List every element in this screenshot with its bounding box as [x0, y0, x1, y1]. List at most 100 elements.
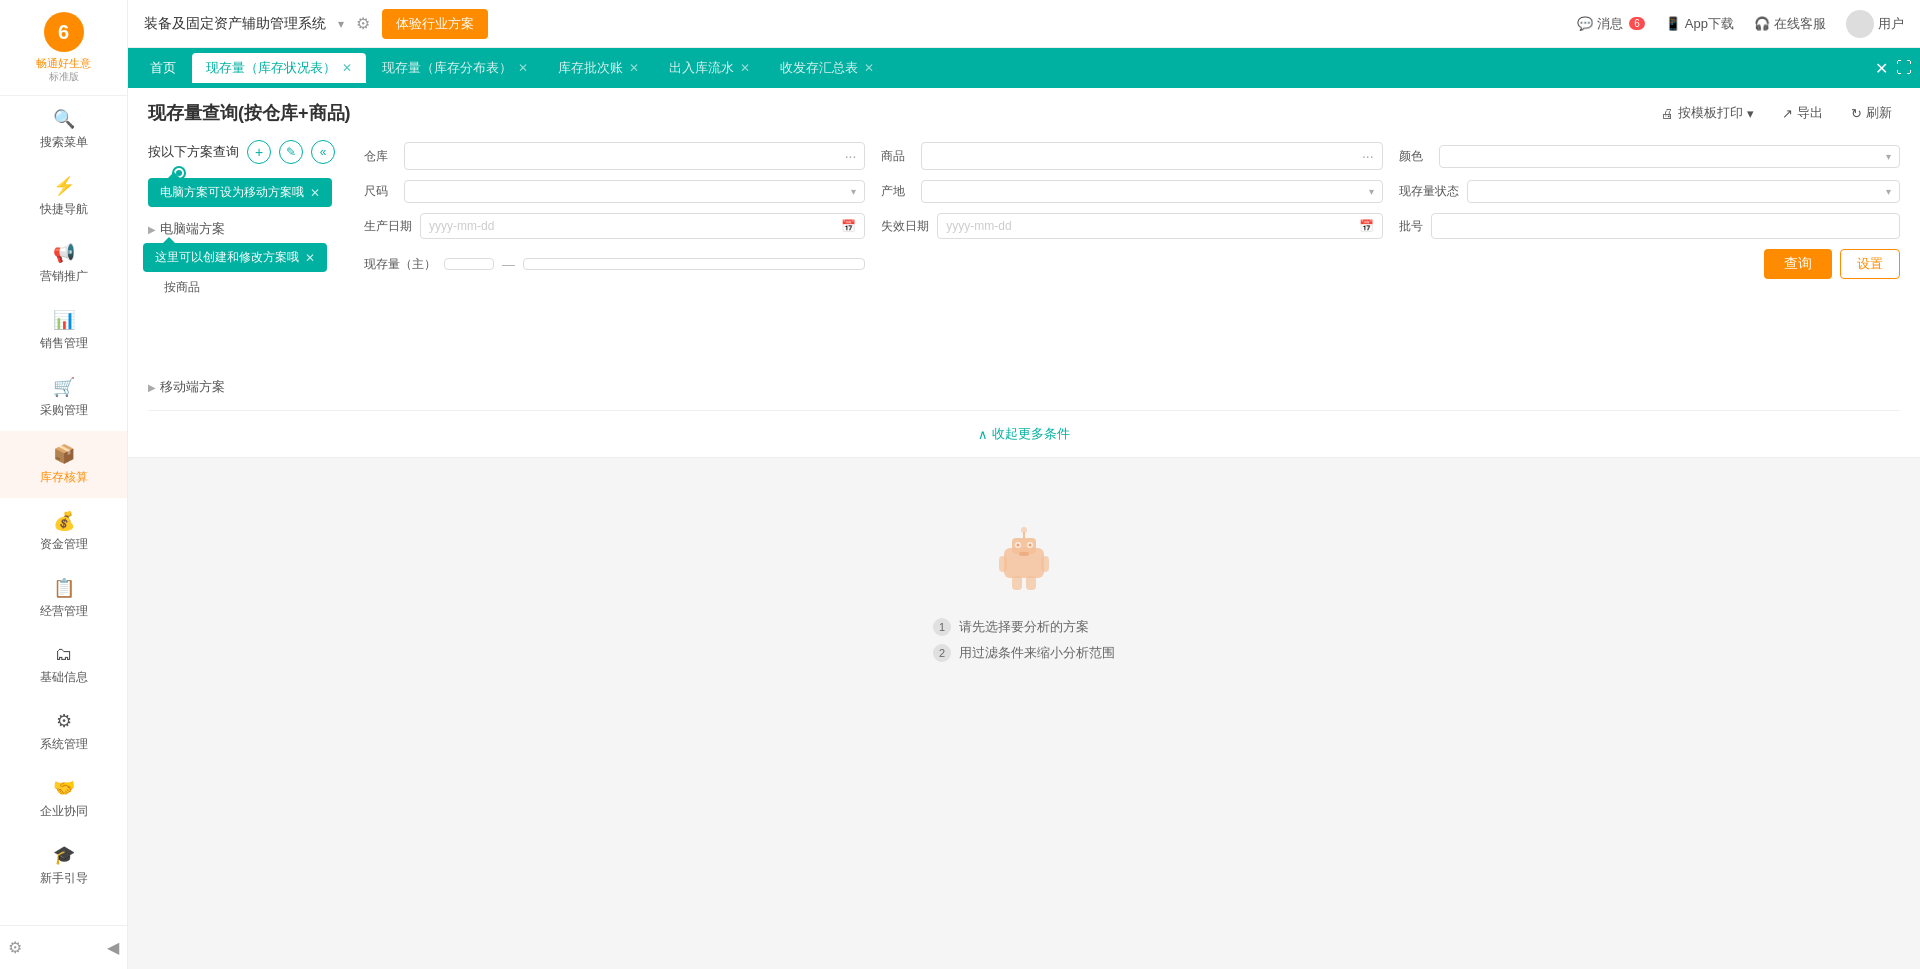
settings-header-icon[interactable]: ⚙	[356, 14, 370, 33]
scheme-item-goods[interactable]: 按商品	[148, 273, 348, 302]
inventory-icon: 📦	[53, 443, 75, 465]
system-dropdown-icon[interactable]: ▾	[338, 17, 344, 31]
settings-bottom-icon[interactable]: ⚙	[8, 938, 22, 957]
origin-select[interactable]: ▾	[921, 180, 1382, 203]
tab-close-inventory-status[interactable]: ✕	[342, 61, 352, 75]
sidebar-item-label: 资金管理	[40, 536, 88, 553]
tab-summary[interactable]: 收发存汇总表 ✕	[766, 53, 888, 83]
main-area: 装备及固定资产辅助管理系统 ▾ ⚙ 体验行业方案 💬 消息 6 📱 App下载 …	[128, 0, 1920, 969]
goods-select[interactable]: ···	[921, 142, 1382, 170]
user-action[interactable]: 用户	[1846, 10, 1904, 38]
refresh-button[interactable]: ↻ 刷新	[1843, 100, 1900, 126]
tab-close-inventory-dist[interactable]: ✕	[518, 61, 528, 75]
sidebar-bottom: ⚙ ◀	[0, 925, 127, 969]
sidebar-item-label: 基础信息	[40, 669, 88, 686]
production-date-calendar-icon: 📅	[841, 219, 856, 233]
tab-batch[interactable]: 库存批次账 ✕	[544, 53, 653, 83]
collapse-up-icon: ∧	[978, 427, 988, 442]
sidebar-item-sales[interactable]: 📊销售管理	[0, 297, 127, 364]
sidebar-item-enterprise[interactable]: 🤝 企业协同	[0, 765, 127, 832]
production-date-input[interactable]: yyyy-mm-dd 📅	[420, 213, 865, 239]
headset-icon: 🎧	[1754, 16, 1770, 31]
sidebar-item-label: 营销推广	[40, 268, 88, 285]
filter-label: 按以下方案查询	[148, 143, 239, 161]
collapse-sidebar-icon[interactable]: ◀	[107, 938, 119, 957]
batch-input[interactable]	[1431, 213, 1900, 239]
logo-icon: 6	[44, 12, 84, 52]
enterprise-icon: 🤝	[53, 777, 75, 799]
sidebar-item-basic[interactable]: 🗂基础信息	[0, 632, 127, 698]
sidebar-nav: 🔍搜索菜单⚡快捷导航📢营销推广📊销售管理🛒采购管理📦库存核算 💰 资金管理 📋经营管理…	[0, 96, 127, 925]
sidebar-item-finance[interactable]: 💰 资金管理	[0, 498, 127, 565]
svg-point-12	[1021, 527, 1027, 533]
sidebar-item-search[interactable]: 🔍搜索菜单	[0, 96, 127, 163]
notifications-action[interactable]: 💬 消息 6	[1577, 15, 1645, 33]
sidebar-item-label: 企业协同	[40, 803, 88, 820]
search-button[interactable]: 查询	[1764, 249, 1832, 279]
color-select[interactable]: ▾	[1439, 145, 1900, 168]
origin-field: 产地 ▾	[881, 180, 1382, 203]
system-title: 装备及固定资产辅助管理系统	[144, 15, 326, 33]
edit-tooltip-close[interactable]: ✕	[305, 251, 315, 265]
industry-button[interactable]: 体验行业方案	[382, 9, 488, 39]
back-scheme-button[interactable]: «	[311, 140, 335, 164]
color-label: 颜色	[1399, 148, 1431, 165]
page-content: 现存量查询(按仓库+商品) 🖨 按模板打印 ▾ ↗ 导出 ↻ 刷新	[128, 88, 1920, 969]
tab-close-batch[interactable]: ✕	[629, 61, 639, 75]
mobile-scheme-header[interactable]: ▶ 移动端方案	[148, 372, 348, 402]
app-download-action[interactable]: 📱 App下载	[1665, 15, 1734, 33]
stock-status-select[interactable]: ▾	[1467, 180, 1900, 203]
print-button[interactable]: 🖨 按模板打印 ▾	[1653, 100, 1762, 126]
tab-close-inout[interactable]: ✕	[740, 61, 750, 75]
sidebar-item-guide[interactable]: 🎓新手引导	[0, 832, 127, 899]
sidebar-item-inventory[interactable]: 📦库存核算	[0, 431, 127, 498]
collapse-button[interactable]: ∧ 收起更多条件	[148, 419, 1900, 449]
print-dropdown-icon: ▾	[1747, 106, 1754, 121]
size-field: 尺码 ▾	[364, 180, 865, 203]
tab-expand-icon[interactable]: ⛶	[1896, 59, 1912, 78]
sidebar-item-quick-nav[interactable]: ⚡快捷导航	[0, 163, 127, 230]
svg-rect-10	[1026, 576, 1036, 590]
size-select[interactable]: ▾	[404, 180, 865, 203]
page-title: 现存量查询(按仓库+商品)	[148, 101, 351, 125]
print-icon: 🖨	[1661, 106, 1674, 121]
notification-badge: 6	[1629, 17, 1645, 30]
stock-status-arrow: ▾	[1886, 186, 1891, 197]
mobile-scheme-group: ▶ 移动端方案	[148, 372, 348, 402]
scheme-tooltip-close[interactable]: ✕	[310, 186, 320, 200]
sidebar-item-marketing[interactable]: 📢营销推广	[0, 230, 127, 297]
stock-main-min[interactable]	[444, 258, 494, 270]
tab-close-summary[interactable]: ✕	[864, 61, 874, 75]
online-support-action[interactable]: 🎧 在线客服	[1754, 15, 1826, 33]
edit-tooltip: 这里可以创建和修改方案哦 ✕	[143, 243, 327, 272]
tab-close-all-icon[interactable]: ✕	[1875, 59, 1888, 78]
empty-step-1: 1 请先选择要分析的方案	[933, 618, 1115, 636]
tab-home[interactable]: 首页	[136, 53, 190, 83]
sidebar-item-system[interactable]: ⚙系统管理	[0, 698, 127, 765]
finance-icon: 💰	[53, 510, 75, 532]
guide-icon: 🎓	[53, 844, 75, 866]
stock-main-max[interactable]	[523, 258, 865, 270]
add-scheme-button[interactable]: +	[247, 140, 271, 164]
operation-icon: 📋	[53, 577, 75, 599]
stock-main-label: 现存量（主）	[364, 256, 436, 273]
search-icon: 🔍	[53, 108, 75, 130]
batch-field: 批号	[1399, 213, 1900, 239]
edit-scheme-button[interactable]: ✎	[279, 140, 303, 164]
expiry-date-input[interactable]: yyyy-mm-dd 📅	[937, 213, 1382, 239]
sidebar-item-operation[interactable]: 📋经营管理	[0, 565, 127, 632]
warehouse-select[interactable]: ···	[404, 142, 865, 170]
desktop-scheme-header[interactable]: ▶ 电脑端方案	[148, 214, 348, 244]
svg-rect-7	[999, 556, 1007, 572]
sidebar-item-purchase[interactable]: 🛒采购管理	[0, 364, 127, 431]
tab-inventory-dist[interactable]: 现存量（库存分布表） ✕	[368, 53, 542, 83]
tab-inventory-status[interactable]: 现存量（库存状况表） ✕	[192, 53, 366, 83]
tab-inout[interactable]: 出入库流水 ✕	[655, 53, 764, 83]
warehouse-label: 仓库	[364, 148, 396, 165]
goods-field: 商品 ···	[881, 142, 1382, 170]
export-button[interactable]: ↗ 导出	[1774, 100, 1831, 126]
filter-row-3: 生产日期 yyyy-mm-dd 📅 失效日期 yyyy-mm-dd 📅	[364, 213, 1900, 239]
settings-button[interactable]: 设置	[1840, 249, 1900, 279]
phone-icon: 📱	[1665, 16, 1681, 31]
origin-label: 产地	[881, 183, 913, 200]
